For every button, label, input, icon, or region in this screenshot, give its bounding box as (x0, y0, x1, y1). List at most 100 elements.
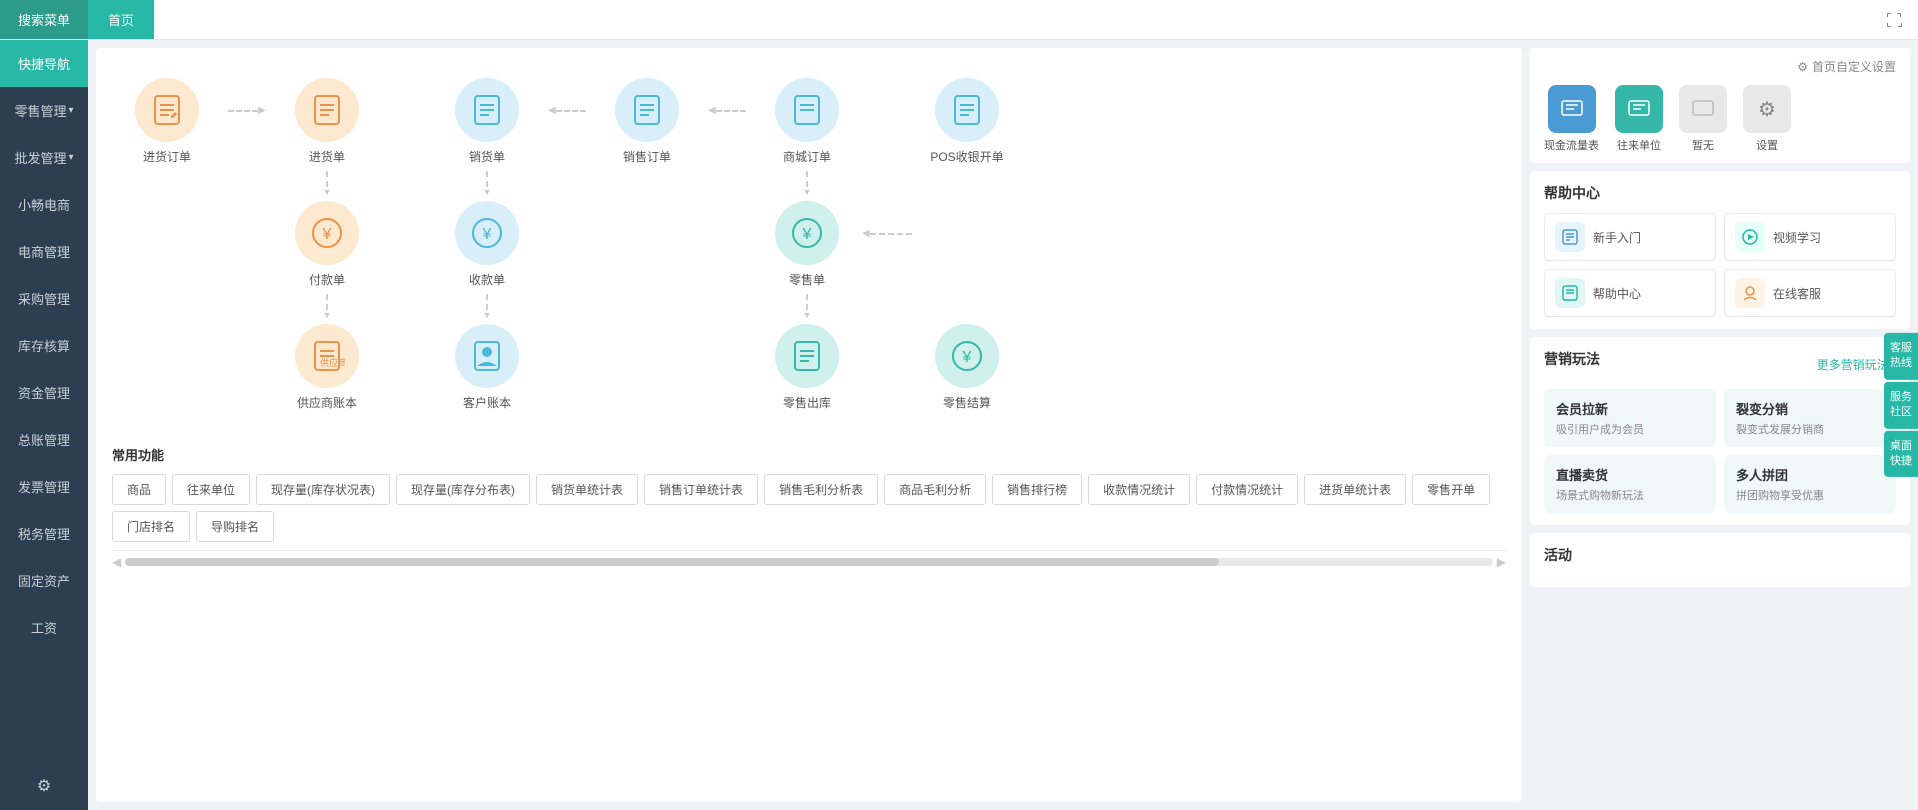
sidebar-item-xcmall[interactable]: 小畅电商 (0, 181, 88, 228)
sidebar-item-label: 工资 (31, 618, 57, 637)
sidebar-item-general[interactable]: 总账管理 (0, 416, 88, 463)
left-panel: 进货订单 ▶ (96, 48, 1522, 802)
qa-settings[interactable]: ⚙ 设置 (1743, 85, 1791, 153)
cf-btn-payment-stat[interactable]: 付款情况统计 (1196, 474, 1298, 505)
spacer (702, 195, 752, 294)
sidebar-item-invoice[interactable]: 发票管理 (0, 463, 88, 510)
marketing-member[interactable]: 会员拉新 吸引用户成为会员 (1544, 389, 1716, 447)
spacer (542, 294, 592, 318)
help-center: 帮助中心 新手入门 视频学习 (1530, 171, 1910, 329)
sidebar-item-tax[interactable]: 税务管理 (0, 510, 88, 557)
help-beginner[interactable]: 新手入门 (1544, 213, 1716, 261)
svg-text:¥: ¥ (322, 226, 332, 243)
sidebar-item-purchase[interactable]: 采购管理 (0, 275, 88, 322)
cf-btn-sales-profit[interactable]: 销售毛利分析表 (764, 474, 878, 505)
scrollbar[interactable] (125, 558, 1493, 566)
sidebar-item-salary[interactable]: 工资 (0, 604, 88, 651)
help-label: 新手入门 (1593, 229, 1641, 246)
help-video[interactable]: 视频学习 (1724, 213, 1896, 261)
help-label: 帮助中心 (1593, 285, 1641, 302)
customer-service-btn[interactable]: 客服热线 (1884, 333, 1918, 380)
sidebar-item-ecommerce[interactable]: 电商管理 (0, 228, 88, 275)
cf-btn-goods[interactable]: 商品 (112, 474, 166, 505)
help-service[interactable]: 在线客服 (1724, 269, 1896, 317)
sidebar-item-fixed[interactable]: 固定资产 (0, 557, 88, 604)
desktop-shortcut-btn[interactable]: 桌面快捷 (1884, 430, 1918, 477)
node-label: 付款单 (309, 271, 345, 288)
scroll-right[interactable]: ▶ (1497, 555, 1506, 569)
node-purchase[interactable]: 进货单 (272, 72, 382, 171)
node-label: 客户账本 (463, 394, 511, 411)
marketing-section: 营销玩法 更多营销玩法 › 会员拉新 吸引用户成为会员 裂变分销 裂变式发展分销… (1530, 337, 1910, 525)
node-retail-out[interactable]: 零售出库 (752, 318, 862, 417)
spacer (222, 171, 272, 195)
marketing-item-title: 直播卖货 (1556, 465, 1704, 484)
spacer (592, 294, 702, 318)
qa-cash-flow[interactable]: 现金流量表 (1544, 85, 1599, 153)
node-customer[interactable]: 客户账本 (432, 318, 542, 417)
sidebar-item-quick-nav[interactable]: 快捷导航 (0, 40, 88, 87)
cf-btn-sales-rank[interactable]: 销售排行榜 (992, 474, 1082, 505)
spacer (592, 318, 702, 417)
cf-btn-sales-stat[interactable]: 销货单统计表 (536, 474, 638, 505)
qa-icons: 现金流量表 往来单位 暂无 (1544, 85, 1896, 153)
node-retail-settle[interactable]: ¥ 零售结算 (912, 318, 1022, 417)
node-mall-order[interactable]: 商城订单 (752, 72, 862, 171)
spacer (912, 195, 1022, 294)
content-area: 进货订单 ▶ (88, 40, 1918, 810)
node-payment[interactable]: ¥ 付款单 (272, 195, 382, 294)
node-label: 商城订单 (783, 148, 831, 165)
activity-section: 活动 (1530, 533, 1910, 587)
settings-icon[interactable]: ⚙ (0, 762, 88, 810)
cf-btn-partners[interactable]: 往来单位 (172, 474, 250, 505)
cf-btn-stock-dist[interactable]: 现存量(库存分布表) (396, 474, 530, 505)
flow-diagram: 进货订单 ▶ (112, 64, 1506, 433)
spacer (112, 318, 222, 417)
search-menu-btn[interactable]: 搜索菜单 (0, 0, 88, 39)
main-layout: 快捷导航 零售管理 ▾ 批发管理 ▾ 小畅电商 电商管理 采购管理 库存核算 资… (0, 40, 1918, 810)
sidebar-item-retail[interactable]: 零售管理 ▾ (0, 87, 88, 134)
node-label: 零售结算 (943, 394, 991, 411)
cash-flow-icon (1548, 85, 1596, 133)
marketing-item-sub: 吸引用户成为会员 (1556, 421, 1704, 437)
spacer (862, 294, 912, 318)
community-btn[interactable]: 服务社区 (1884, 382, 1918, 429)
node-retail-order[interactable]: ¥ 零售单 (752, 195, 862, 294)
marketing-live[interactable]: 直播卖货 场景式购物新玩法 (1544, 455, 1716, 513)
marketing-group[interactable]: 多人拼团 拼团购物享受优惠 (1724, 455, 1896, 513)
marketing-fission[interactable]: 裂变分销 裂变式发展分销商 (1724, 389, 1896, 447)
sidebar-item-finance[interactable]: 资金管理 (0, 369, 88, 416)
scroll-bar-row: ◀ ▶ (112, 550, 1506, 573)
node-purchase-order[interactable]: 进货订单 (112, 72, 222, 171)
help-helpcenter[interactable]: 帮助中心 (1544, 269, 1716, 317)
cf-btn-retail-order[interactable]: 零售开单 (1412, 474, 1490, 505)
home-container: 进货订单 ▶ (88, 40, 1918, 810)
node-pos[interactable]: POS收银开单 (912, 72, 1022, 171)
cf-btn-store-rank[interactable]: 门店排名 (112, 511, 190, 542)
spacer (542, 318, 592, 417)
cf-btn-stock-status[interactable]: 现存量(库存状况表) (256, 474, 390, 505)
sidebar-item-inventory[interactable]: 库存核算 (0, 322, 88, 369)
cf-btn-order-stat[interactable]: 销售订单统计表 (644, 474, 758, 505)
home-tab[interactable]: 首页 (88, 0, 154, 39)
spacer (382, 195, 432, 294)
sidebar: 快捷导航 零售管理 ▾ 批发管理 ▾ 小畅电商 电商管理 采购管理 库存核算 资… (0, 40, 88, 810)
node-supplier[interactable]: 供应商 供应商账本 (272, 318, 382, 417)
marketing-item-title: 会员拉新 (1556, 399, 1704, 418)
cf-btn-receipt-stat[interactable]: 收款情况统计 (1088, 474, 1190, 505)
top-bar: 搜索菜单 首页 (0, 0, 1918, 40)
qa-partner[interactable]: 往来单位 (1615, 85, 1663, 153)
fullscreen-icon[interactable] (1886, 12, 1902, 28)
sidebar-item-wholesale[interactable]: 批发管理 ▾ (0, 134, 88, 181)
cf-btn-goods-profit[interactable]: 商品毛利分析 (884, 474, 986, 505)
cf-btn-guide-rank[interactable]: 导购排名 (196, 511, 274, 542)
homepage-setting-btn[interactable]: ⚙ 首页自定义设置 (1797, 58, 1896, 75)
spacer (912, 171, 1022, 195)
cf-btn-purchase-stat[interactable]: 进货单统计表 (1304, 474, 1406, 505)
node-sales-order[interactable]: 销售订单 (592, 72, 702, 171)
qa-icon-label: 现金流量表 (1544, 137, 1599, 153)
node-sales[interactable]: 销货单 (432, 72, 542, 171)
node-receipt[interactable]: ¥ 收款单 (432, 195, 542, 294)
qa-none[interactable]: 暂无 (1679, 85, 1727, 153)
scroll-left[interactable]: ◀ (112, 555, 121, 569)
